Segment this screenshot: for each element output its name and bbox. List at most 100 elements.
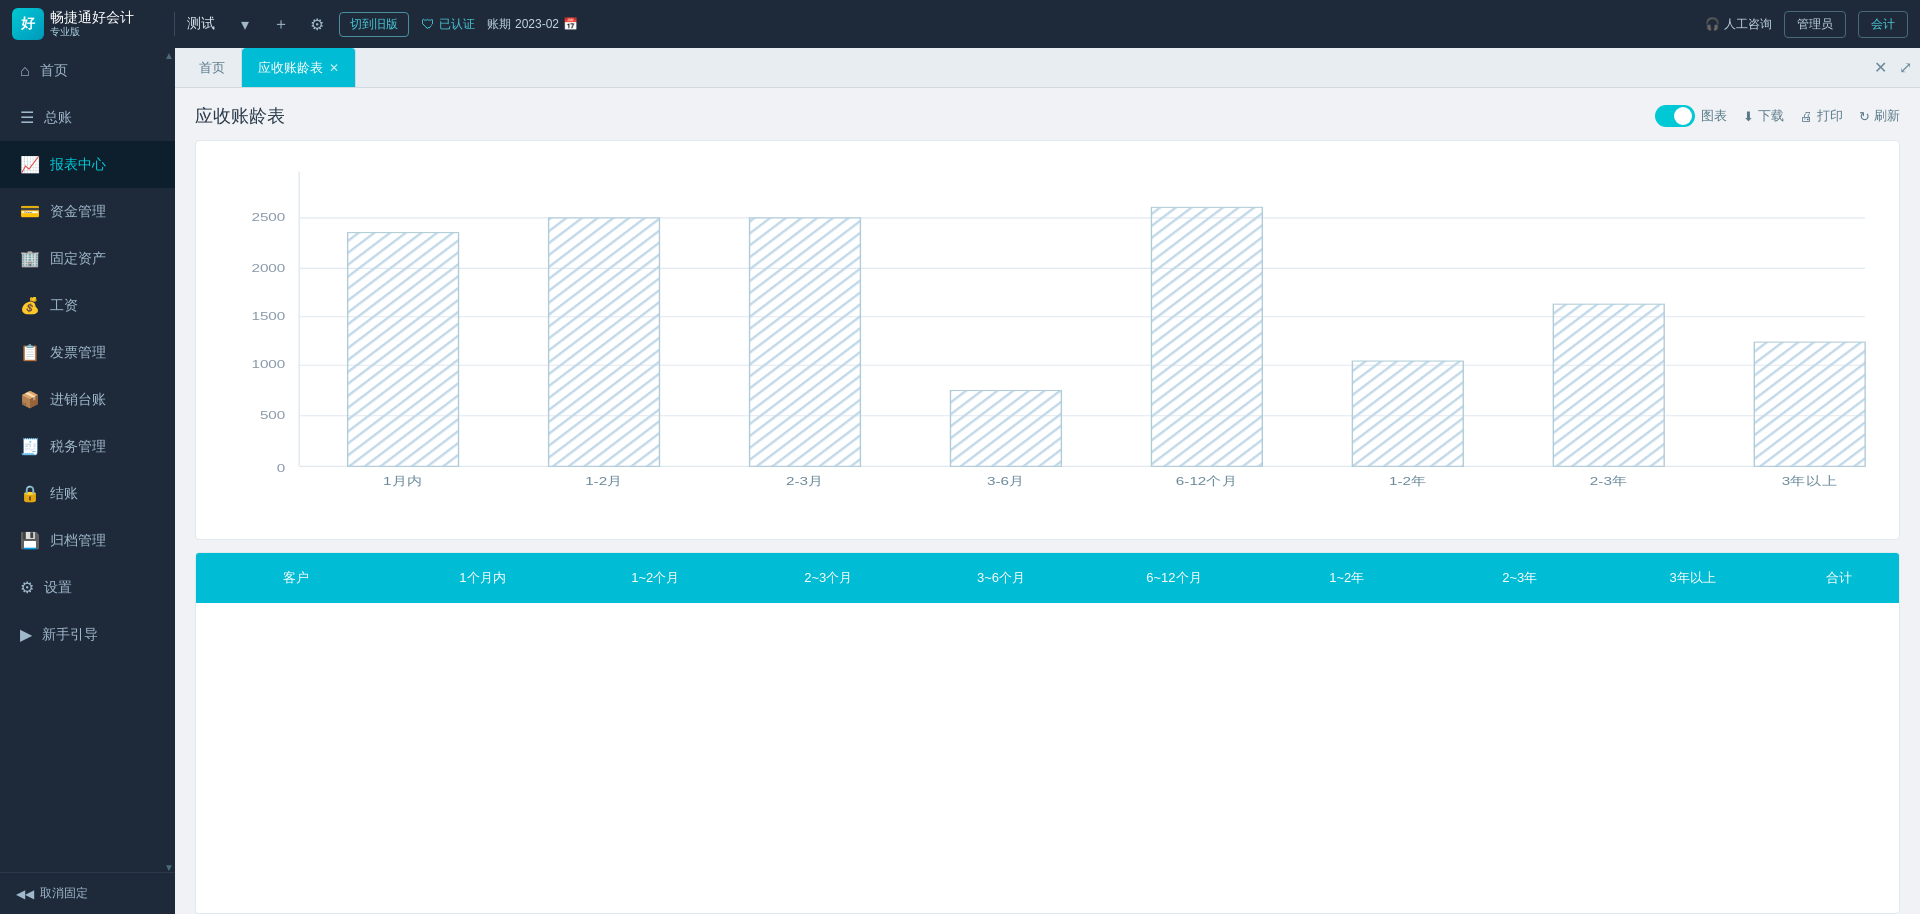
sidebar-item-funds[interactable]: 💳 资金管理 bbox=[0, 188, 175, 235]
sidebar-item-payroll-label: 工资 bbox=[50, 297, 78, 315]
tab-ar-aging[interactable]: 应收账龄表 ✕ bbox=[242, 48, 356, 87]
sidebar-item-tax-label: 税务管理 bbox=[50, 438, 106, 456]
refresh-button[interactable]: ↻ 刷新 bbox=[1859, 107, 1900, 125]
tabs-bar: 首页 应收账龄表 ✕ ✕ ⤢ bbox=[175, 48, 1920, 88]
logo-area: 好 畅捷通好会计 专业版 bbox=[12, 8, 162, 40]
bar-3 bbox=[750, 218, 861, 466]
svg-text:2-3年: 2-3年 bbox=[1590, 475, 1628, 488]
certified-label: 已认证 bbox=[439, 16, 475, 33]
sidebar-item-home[interactable]: ⌂ 首页 bbox=[0, 48, 175, 94]
reports-icon: 📈 bbox=[20, 155, 40, 174]
sidebar-item-settings-label: 设置 bbox=[44, 579, 72, 597]
bar-4 bbox=[950, 391, 1061, 467]
period-info: 账期 2023-02 📅 bbox=[487, 16, 578, 33]
period-value: 2023-02 bbox=[515, 17, 559, 31]
close-books-icon: 🔒 bbox=[20, 484, 40, 503]
main-layout: ▲ ⌂ 首页 ☰ 总账 📈 报表中心 💳 资金管理 🏢 固定资产 💰 工资 📋 … bbox=[0, 48, 1920, 914]
svg-text:6-12个月: 6-12个月 bbox=[1176, 475, 1238, 488]
svg-text:1-2年: 1-2年 bbox=[1389, 475, 1427, 488]
download-label: 下载 bbox=[1758, 107, 1784, 125]
sidebar-item-payroll[interactable]: 💰 工资 bbox=[0, 282, 175, 329]
user-button[interactable]: 管理员 bbox=[1784, 11, 1846, 38]
sidebar-item-invoice-label: 发票管理 bbox=[50, 344, 106, 362]
svg-text:1-2月: 1-2月 bbox=[585, 475, 623, 488]
col-header-1-2y: 1~2年 bbox=[1260, 553, 1433, 603]
settings-icon[interactable]: ⚙ bbox=[303, 10, 331, 38]
download-icon: ⬇ bbox=[1743, 109, 1754, 124]
content-area: 首页 应收账龄表 ✕ ✕ ⤢ 应收账龄表 图表 bbox=[175, 48, 1920, 914]
pin-label: 取消固定 bbox=[40, 885, 88, 902]
col-header-total: 合计 bbox=[1779, 553, 1899, 603]
logo-icon: 好 bbox=[12, 8, 44, 40]
tab-home[interactable]: 首页 bbox=[183, 48, 242, 87]
sidebar-item-trade[interactable]: 📦 进销台账 bbox=[0, 376, 175, 423]
sidebar-item-close-label: 结账 bbox=[50, 485, 78, 503]
sidebar-item-reports[interactable]: 📈 报表中心 bbox=[0, 141, 175, 188]
sidebar-item-ledger[interactable]: ☰ 总账 bbox=[0, 94, 175, 141]
sidebar-item-home-label: 首页 bbox=[40, 62, 68, 80]
svg-text:3年以上: 3年以上 bbox=[1782, 475, 1838, 488]
header-right: 🎧 人工咨询 管理员 会计 bbox=[1705, 11, 1908, 38]
chart-toggle-label: 图表 bbox=[1701, 107, 1727, 125]
sidebar-item-archive-label: 归档管理 bbox=[50, 532, 106, 550]
bar-7 bbox=[1553, 304, 1664, 466]
svg-text:1500: 1500 bbox=[251, 310, 285, 323]
sidebar-item-guide-label: 新手引导 bbox=[42, 626, 98, 644]
print-label: 打印 bbox=[1817, 107, 1843, 125]
guide-icon: ▶ bbox=[20, 625, 32, 644]
logo-name: 畅捷通好会计 bbox=[50, 9, 134, 26]
role-button[interactable]: 会计 bbox=[1858, 11, 1908, 38]
sidebar-item-assets[interactable]: 🏢 固定资产 bbox=[0, 235, 175, 282]
period-label: 账期 bbox=[487, 16, 511, 33]
sidebar-item-tax[interactable]: 🧾 税务管理 bbox=[0, 423, 175, 470]
tab-close-icon[interactable]: ✕ bbox=[329, 61, 339, 75]
invoice-icon: 📋 bbox=[20, 343, 40, 362]
sidebar: ▲ ⌂ 首页 ☰ 总账 📈 报表中心 💳 资金管理 🏢 固定资产 💰 工资 📋 … bbox=[0, 48, 175, 914]
ledger-icon: ☰ bbox=[20, 108, 34, 127]
svg-text:2500: 2500 bbox=[251, 211, 285, 224]
table-header: 客户 1个月内 1~2个月 2~3个月 3~6个月 6~12个月 1~2年 2~… bbox=[196, 553, 1899, 603]
sidebar-item-close[interactable]: 🔒 结账 bbox=[0, 470, 175, 517]
bar-chart: 0 500 1000 1500 2000 2500 bbox=[216, 161, 1879, 519]
sidebar-item-invoice[interactable]: 📋 发票管理 bbox=[0, 329, 175, 376]
tax-icon: 🧾 bbox=[20, 437, 40, 456]
sidebar-item-trade-label: 进销台账 bbox=[50, 391, 106, 409]
page-title: 应收账龄表 bbox=[195, 104, 285, 128]
expand-icon[interactable]: ⤢ bbox=[1899, 58, 1912, 77]
switch-old-version-button[interactable]: 切到旧版 bbox=[339, 12, 409, 37]
sidebar-pin-button[interactable]: ◀◀ 取消固定 bbox=[0, 872, 175, 914]
table-area: 客户 1个月内 1~2个月 2~3个月 3~6个月 6~12个月 1~2年 2~… bbox=[195, 552, 1900, 914]
project-name: 测试 bbox=[187, 15, 215, 33]
close-window-icon[interactable]: ✕ bbox=[1874, 58, 1887, 77]
page-header: 应收账龄表 图表 ⬇ 下载 🖨 打印 ↻ bbox=[195, 104, 1900, 128]
bar-6 bbox=[1352, 361, 1463, 466]
download-button[interactable]: ⬇ 下载 bbox=[1743, 107, 1784, 125]
assets-icon: 🏢 bbox=[20, 249, 40, 268]
chart-container: 0 500 1000 1500 2000 2500 bbox=[195, 140, 1900, 540]
sidebar-item-guide[interactable]: ▶ 新手引导 bbox=[0, 611, 175, 658]
print-button[interactable]: 🖨 打印 bbox=[1800, 107, 1843, 125]
sidebar-item-archive[interactable]: 💾 归档管理 bbox=[0, 517, 175, 564]
svg-text:3-6月: 3-6月 bbox=[987, 475, 1025, 488]
bar-1 bbox=[348, 233, 459, 467]
chart-toggle[interactable] bbox=[1655, 105, 1695, 127]
add-icon[interactable]: ＋ bbox=[267, 10, 295, 38]
refresh-icon: ↻ bbox=[1859, 109, 1870, 124]
calendar-icon[interactable]: 📅 bbox=[563, 17, 578, 31]
sidebar-scroll-up[interactable]: ▲ bbox=[163, 48, 175, 62]
sidebar-item-settings[interactable]: ⚙ 设置 bbox=[0, 564, 175, 611]
chart-toggle-area: 图表 bbox=[1655, 105, 1727, 127]
col-header-3-6m: 3~6个月 bbox=[915, 553, 1088, 603]
consult-button[interactable]: 🎧 人工咨询 bbox=[1705, 16, 1772, 33]
dropdown-icon[interactable]: ▾ bbox=[231, 10, 259, 38]
sidebar-item-ledger-label: 总账 bbox=[44, 109, 72, 127]
certified-badge: 🛡 已认证 bbox=[421, 16, 475, 33]
pin-icon: ◀◀ bbox=[16, 887, 34, 901]
archive-icon: 💾 bbox=[20, 531, 40, 550]
refresh-label: 刷新 bbox=[1874, 107, 1900, 125]
svg-text:0: 0 bbox=[277, 461, 285, 474]
col-header-1-2m: 1~2个月 bbox=[569, 553, 742, 603]
logo-text-area: 畅捷通好会计 专业版 bbox=[50, 9, 134, 40]
col-header-6-12m: 6~12个月 bbox=[1088, 553, 1261, 603]
col-header-2-3y: 2~3年 bbox=[1433, 553, 1606, 603]
